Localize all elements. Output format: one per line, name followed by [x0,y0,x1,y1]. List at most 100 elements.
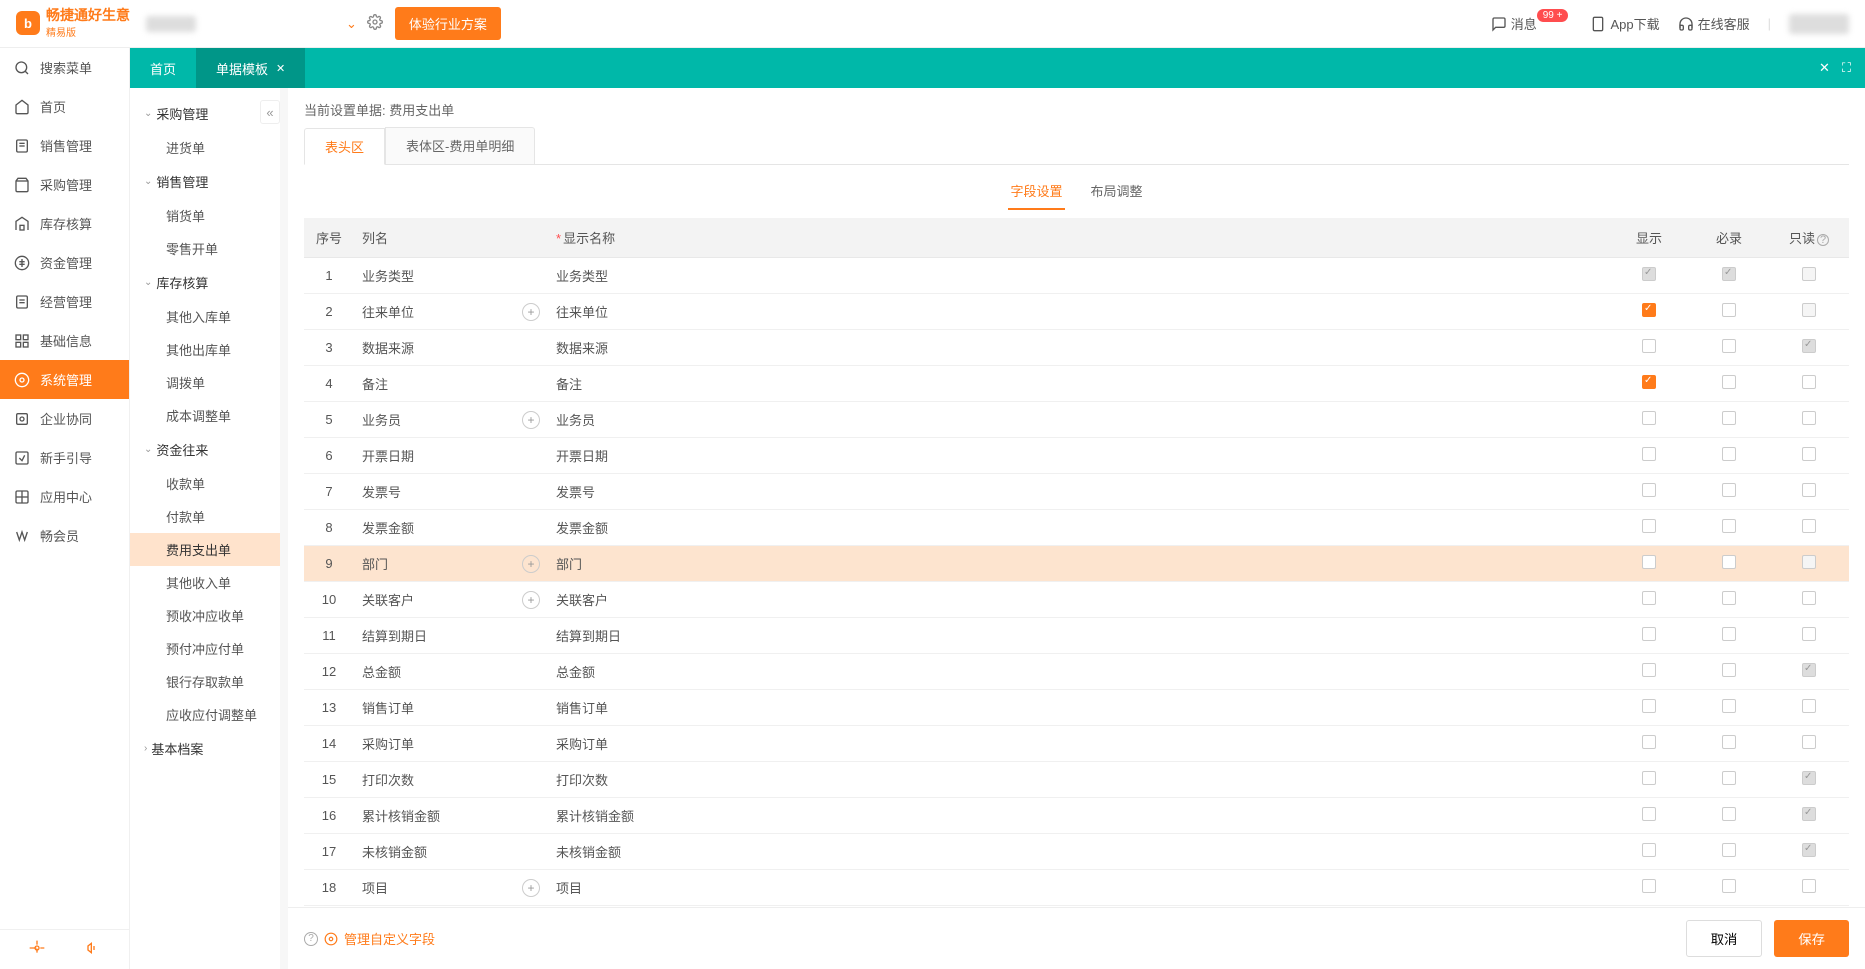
checkbox[interactable] [1642,447,1656,461]
sec-group-title[interactable]: ⌄采购管理 [130,96,280,131]
sidebar-item-home[interactable]: 首页 [0,87,129,126]
table-row[interactable]: 6 开票日期 开票日期 [304,438,1849,474]
sec-item[interactable]: 预收冲应收单 [130,599,280,632]
sidebar-collapse-icon[interactable] [84,940,100,959]
checkbox[interactable] [1642,699,1656,713]
checkbox[interactable] [1722,807,1736,821]
checkbox[interactable] [1642,375,1656,389]
table-row[interactable]: 11 结算到期日 结算到期日 [304,618,1849,654]
table-row[interactable]: 9 部门 + 部门 [304,546,1849,582]
checkbox[interactable] [1642,627,1656,641]
checkbox[interactable] [1642,771,1656,785]
cell-display[interactable]: 采购订单 [548,726,1609,762]
checkbox[interactable] [1802,483,1816,497]
cell-display[interactable]: 结算到期日 [548,618,1609,654]
org-selector[interactable]: ⌄ [146,16,367,32]
table-row[interactable]: 5 业务员 + 业务员 [304,402,1849,438]
checkbox[interactable] [1722,483,1736,497]
checkbox[interactable] [1642,663,1656,677]
sidebar-settings-icon[interactable] [29,940,45,959]
table-row[interactable]: 8 发票金额 发票金额 [304,510,1849,546]
checkbox[interactable] [1642,879,1656,893]
cancel-button[interactable]: 取消 [1686,920,1763,957]
sidebar-item-inventory[interactable]: 库存核算 [0,204,129,243]
table-row[interactable]: 2 往来单位 + 往来单位 [304,294,1849,330]
sidebar-item-appcenter[interactable]: 应用中心 [0,477,129,516]
checkbox[interactable] [1802,591,1816,605]
checkbox[interactable] [1722,591,1736,605]
panel-tab[interactable]: 表体区-费用单明细 [385,127,535,164]
table-row[interactable]: 4 备注 备注 [304,366,1849,402]
sec-item[interactable]: 预付冲应付单 [130,632,280,665]
table-row[interactable]: 17 未核销金额 未核销金额 [304,834,1849,870]
checkbox[interactable] [1642,303,1656,317]
cell-display[interactable]: 未核销金额 [548,834,1609,870]
add-icon[interactable]: + [522,303,540,321]
checkbox[interactable] [1802,699,1816,713]
cell-display[interactable]: 打印次数 [548,762,1609,798]
sec-item[interactable]: 进货单 [130,131,280,164]
sec-item[interactable]: 零售开单 [130,232,280,265]
sec-item[interactable]: 调拨单 [130,366,280,399]
checkbox[interactable] [1722,447,1736,461]
panel-tab[interactable]: 表头区 [304,128,385,165]
cell-display[interactable]: 关联客户 [548,582,1609,618]
sidebar-item-basic[interactable]: 基础信息 [0,321,129,360]
sidebar-item-enterprise[interactable]: 企业协同 [0,399,129,438]
table-row[interactable]: 3 数据来源 数据来源 [304,330,1849,366]
checkbox[interactable] [1722,519,1736,533]
sidebar-item-guide[interactable]: 新手引导 [0,438,129,477]
checkbox[interactable] [1642,483,1656,497]
tab-template[interactable]: 单据模板✕ [196,48,305,88]
subnav-item[interactable]: 布局调整 [1089,177,1145,210]
table-row[interactable]: 10 关联客户 + 关联客户 [304,582,1849,618]
cell-display[interactable]: 发票号 [548,474,1609,510]
sec-item[interactable]: 其他出库单 [130,333,280,366]
checkbox[interactable] [1722,735,1736,749]
sidebar-item-operation[interactable]: 经营管理 [0,282,129,321]
sec-item[interactable]: 其他入库单 [130,300,280,333]
checkbox[interactable] [1722,843,1736,857]
app-download-link[interactable]: App下载 [1590,14,1659,33]
checkbox[interactable] [1722,303,1736,317]
cell-display[interactable]: 备注 [548,366,1609,402]
cell-display[interactable]: 业务员 [548,402,1609,438]
sidebar-item-sales[interactable]: 销售管理 [0,126,129,165]
add-icon[interactable]: + [522,591,540,609]
checkbox[interactable] [1722,699,1736,713]
sidebar-item-member[interactable]: 畅会员 [0,516,129,555]
table-row[interactable]: 12 总金额 总金额 [304,654,1849,690]
checkbox[interactable] [1802,411,1816,425]
logo[interactable]: b 畅捷通好生意 精易版 [16,8,130,38]
checkbox[interactable] [1722,627,1736,641]
table-row[interactable]: 1 业务类型 业务类型 [304,258,1849,294]
online-service-link[interactable]: 在线客服 [1678,14,1750,33]
table-row[interactable]: 14 采购订单 采购订单 [304,726,1849,762]
cell-display[interactable]: 往来单位 [548,294,1609,330]
sec-item[interactable]: 成本调整单 [130,399,280,432]
checkbox[interactable] [1642,339,1656,353]
sec-group-title[interactable]: ⌄销售管理 [130,164,280,199]
checkbox[interactable] [1642,843,1656,857]
sec-group-title[interactable]: ⌄库存核算 [130,265,280,300]
checkbox[interactable] [1642,519,1656,533]
checkbox[interactable] [1642,591,1656,605]
cell-display[interactable]: 总金额 [548,654,1609,690]
cell-display[interactable]: 部门 [548,546,1609,582]
sidebar-item-search[interactable]: 搜索菜单 [0,48,129,87]
checkbox[interactable] [1722,375,1736,389]
checkbox[interactable] [1802,447,1816,461]
save-button[interactable]: 保存 [1774,920,1849,957]
add-icon[interactable]: + [522,879,540,897]
checkbox[interactable] [1802,627,1816,641]
checkbox[interactable] [1722,771,1736,785]
sidebar-item-funds[interactable]: 资金管理 [0,243,129,282]
cell-display[interactable]: 发票金额 [548,510,1609,546]
sidebar-item-purchase[interactable]: 采购管理 [0,165,129,204]
checkbox[interactable] [1642,807,1656,821]
help-icon[interactable]: ? [1817,234,1829,246]
sec-item[interactable]: 应收应付调整单 [130,698,280,731]
table-row[interactable]: 13 销售订单 销售订单 [304,690,1849,726]
manage-custom-fields-link[interactable]: ? 管理自定义字段 [304,929,435,948]
checkbox[interactable] [1722,555,1736,569]
